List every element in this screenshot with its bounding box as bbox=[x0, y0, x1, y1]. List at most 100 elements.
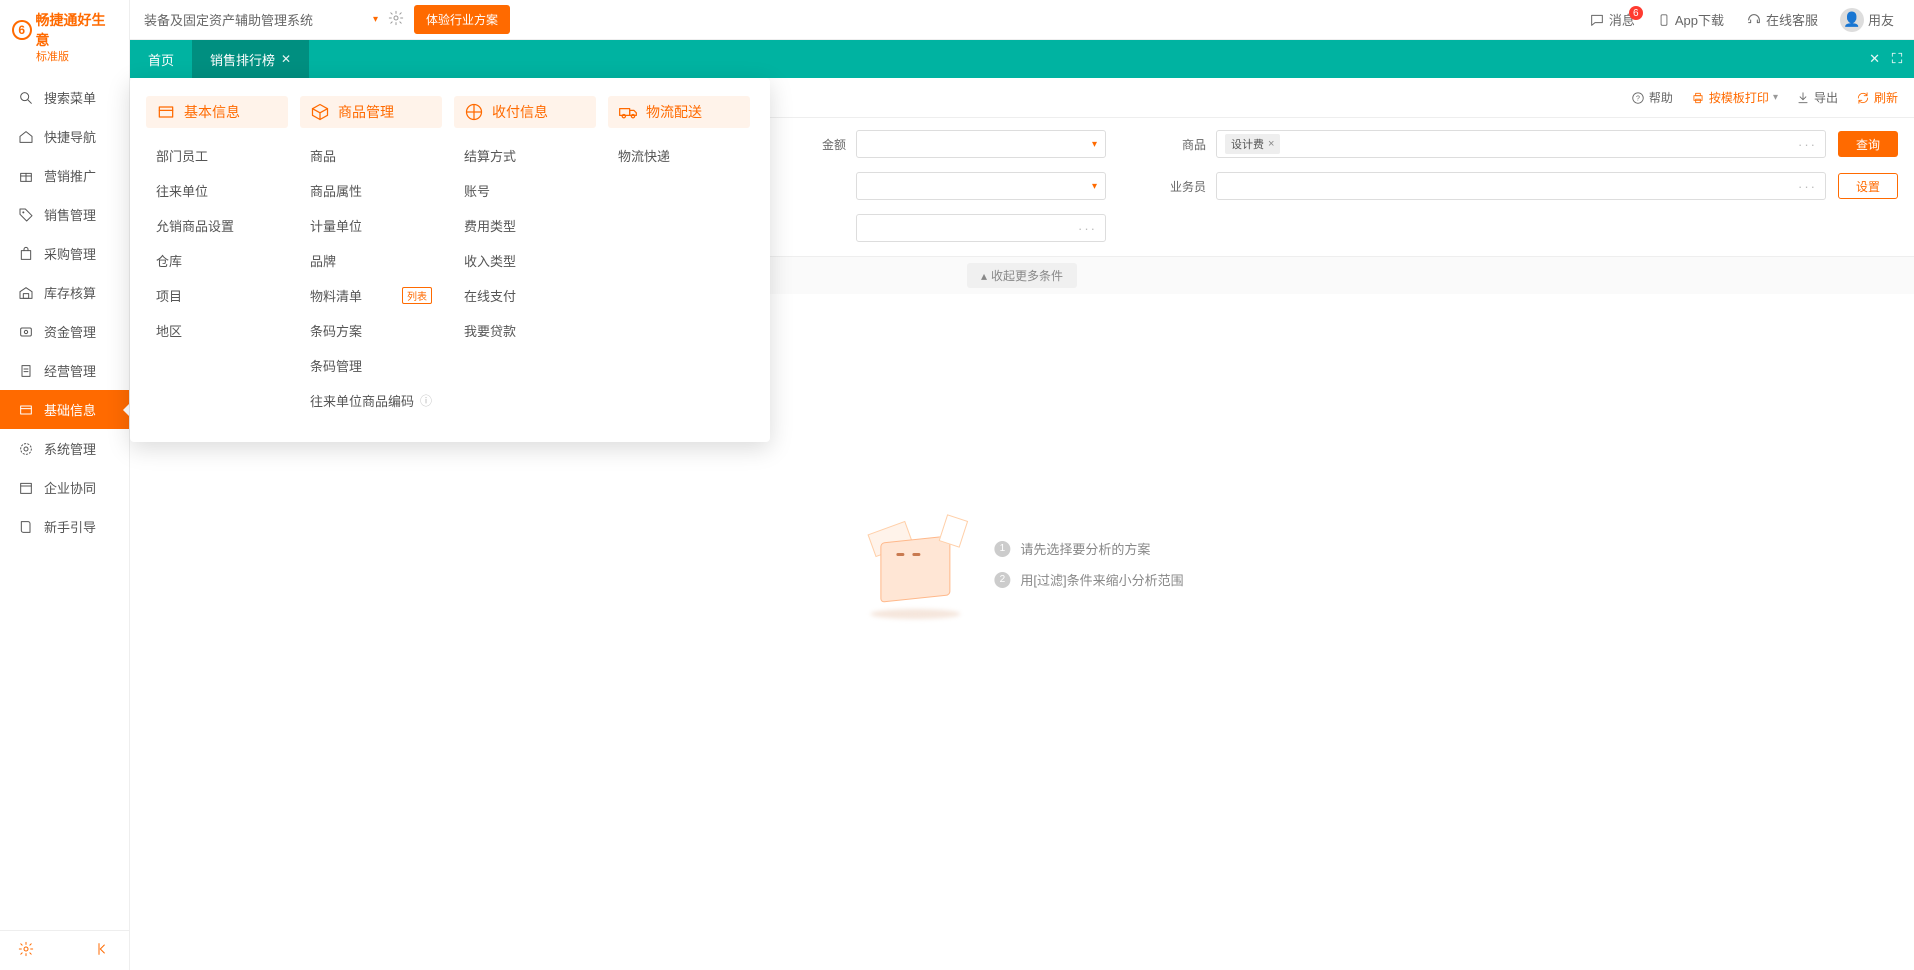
mega-item-allowed-goods[interactable]: 允销商品设置 bbox=[146, 208, 288, 243]
more-icon[interactable]: ··· bbox=[1078, 221, 1097, 236]
sidebar-item-quick-nav[interactable]: 快捷导航 bbox=[0, 117, 129, 156]
warehouse-icon bbox=[18, 285, 34, 301]
sidebar-item-business[interactable]: 经营管理 bbox=[0, 351, 129, 390]
mega-item-dept-staff[interactable]: 部门员工 bbox=[146, 138, 288, 173]
avatar-icon: 👤 bbox=[1840, 8, 1864, 32]
list-badge: 列表 bbox=[402, 287, 432, 304]
sidebar-item-purchase[interactable]: 采购管理 bbox=[0, 234, 129, 273]
sidebar-item-label: 基础信息 bbox=[44, 400, 96, 419]
step-number-icon: 2 bbox=[994, 572, 1010, 588]
sidebar-item-basic-info[interactable]: 基础信息 bbox=[0, 390, 129, 429]
mega-item-loan[interactable]: 我要贷款 bbox=[454, 313, 596, 348]
step-text: 请先选择要分析的方案 bbox=[1020, 539, 1150, 558]
mega-item-income-type[interactable]: 收入类型 bbox=[454, 243, 596, 278]
sidebar-item-inventory[interactable]: 库存核算 bbox=[0, 273, 129, 312]
mega-item-unit[interactable]: 计量单位 bbox=[300, 208, 442, 243]
app-download-button[interactable]: App下载 bbox=[1651, 10, 1730, 29]
system-selector[interactable]: 装备及固定资产辅助管理系统 ▾ bbox=[144, 10, 378, 29]
tabs-fullscreen-icon[interactable] bbox=[1890, 51, 1904, 68]
mega-item-expense-type[interactable]: 费用类型 bbox=[454, 208, 596, 243]
refresh-label: 刷新 bbox=[1874, 89, 1898, 106]
topbar: 装备及固定资产辅助管理系统 ▾ 体验行业方案 消息 6 App下载 在线客服 👤 bbox=[130, 0, 1914, 40]
sidebar-item-finance[interactable]: 资金管理 bbox=[0, 312, 129, 351]
empty-step-1: 1 请先选择要分析的方案 bbox=[994, 539, 1183, 558]
more-icon[interactable]: ··· bbox=[1798, 137, 1817, 152]
sidebar-item-label: 系统管理 bbox=[44, 439, 96, 458]
mega-item-express[interactable]: 物流快递 bbox=[608, 138, 750, 173]
tabs-close-all-icon[interactable]: ✕ bbox=[1869, 51, 1880, 67]
sidebar-item-search-menu[interactable]: 搜索菜单 bbox=[0, 78, 129, 117]
mega-item-online-pay[interactable]: 在线支付 bbox=[454, 278, 596, 313]
mega-item-label: 收入类型 bbox=[464, 251, 516, 270]
mega-item-settle-method[interactable]: 结算方式 bbox=[454, 138, 596, 173]
filter-product-label: 商品 bbox=[1146, 136, 1206, 153]
svg-text:?: ? bbox=[1636, 95, 1640, 102]
clipboard-icon bbox=[18, 363, 34, 379]
tab-home[interactable]: 首页 bbox=[130, 40, 192, 78]
mega-head-label: 物流配送 bbox=[646, 102, 702, 122]
mega-item-region[interactable]: 地区 bbox=[146, 313, 288, 348]
template-print-link[interactable]: 按模板打印 ▾ bbox=[1691, 89, 1778, 106]
mega-item-project[interactable]: 项目 bbox=[146, 278, 288, 313]
filter-tertiary-input[interactable]: ··· bbox=[856, 214, 1106, 242]
sidebar-item-sales[interactable]: 销售管理 bbox=[0, 195, 129, 234]
mega-item-partner-code[interactable]: 往来单位商品编码 ⓘ bbox=[300, 383, 442, 418]
sidebar-item-label: 库存核算 bbox=[44, 283, 96, 302]
mega-item-barcode-mgmt[interactable]: 条码管理 bbox=[300, 348, 442, 383]
logo-mark-icon: 6 bbox=[12, 20, 32, 40]
query-button[interactable]: 查询 bbox=[1838, 131, 1898, 157]
sidebar-item-marketing[interactable]: 营销推广 bbox=[0, 156, 129, 195]
filter-salesman-label: 业务员 bbox=[1146, 178, 1206, 195]
mega-item-label: 往来单位商品编码 bbox=[310, 391, 414, 410]
system-name: 装备及固定资产辅助管理系统 bbox=[144, 10, 313, 29]
sidebar-item-system[interactable]: 系统管理 bbox=[0, 429, 129, 468]
tab-sales-ranking[interactable]: 销售排行榜 ✕ bbox=[192, 40, 309, 78]
sidebar-item-guide[interactable]: 新手引导 bbox=[0, 507, 129, 546]
mega-item-product[interactable]: 商品 bbox=[300, 138, 442, 173]
settings-button[interactable]: 设置 bbox=[1838, 173, 1898, 199]
export-link[interactable]: 导出 bbox=[1796, 89, 1838, 106]
mega-item-warehouse[interactable]: 仓库 bbox=[146, 243, 288, 278]
mega-item-product-attr[interactable]: 商品属性 bbox=[300, 173, 442, 208]
brand-logo: 6 畅捷通好生意 标准版 bbox=[0, 0, 129, 74]
mega-item-partner[interactable]: 往来单位 bbox=[146, 173, 288, 208]
mega-item-label: 允销商品设置 bbox=[156, 216, 234, 235]
tabs-bar: 首页 销售排行榜 ✕ ✕ bbox=[130, 40, 1914, 78]
more-icon[interactable]: ··· bbox=[1798, 179, 1817, 194]
filter-amount-input[interactable]: ▾ bbox=[856, 130, 1106, 158]
mega-item-bom[interactable]: 物料清单 列表 bbox=[300, 278, 442, 313]
online-service-button[interactable]: 在线客服 bbox=[1740, 10, 1824, 29]
settings-icon[interactable] bbox=[18, 941, 34, 960]
mega-item-brand[interactable]: 品牌 bbox=[300, 243, 442, 278]
help-link[interactable]: ? 帮助 bbox=[1631, 89, 1673, 106]
mega-head-basic: 基本信息 bbox=[146, 96, 288, 128]
refresh-link[interactable]: 刷新 bbox=[1856, 89, 1898, 106]
chevron-down-icon: ▾ bbox=[1773, 92, 1778, 103]
user-name: 用友 bbox=[1868, 10, 1894, 29]
sidebar-item-label: 企业协同 bbox=[44, 478, 96, 497]
user-menu[interactable]: 👤 用友 bbox=[1834, 8, 1900, 32]
industry-plan-button[interactable]: 体验行业方案 bbox=[414, 5, 510, 34]
mega-item-label: 部门员工 bbox=[156, 146, 208, 165]
mega-item-label: 条码方案 bbox=[310, 321, 362, 340]
mega-item-account[interactable]: 账号 bbox=[454, 173, 596, 208]
tag-remove-icon[interactable]: × bbox=[1268, 138, 1274, 150]
gear-icon bbox=[18, 441, 34, 457]
filter-product-input[interactable]: 设计费 × ··· bbox=[1216, 130, 1826, 158]
topbar-gear-icon[interactable] bbox=[388, 10, 404, 29]
tab-label: 首页 bbox=[148, 50, 174, 69]
mega-col-basic: 基本信息 部门员工 往来单位 允销商品设置 仓库 项目 地区 bbox=[140, 96, 294, 418]
sidebar-item-collab[interactable]: 企业协同 bbox=[0, 468, 129, 507]
tab-close-icon[interactable]: ✕ bbox=[281, 52, 291, 66]
mega-item-barcode-plan[interactable]: 条码方案 bbox=[300, 313, 442, 348]
gift-icon bbox=[18, 168, 34, 184]
sidebar-item-label: 资金管理 bbox=[44, 322, 96, 341]
app-download-label: App下载 bbox=[1675, 10, 1724, 29]
empty-step-2: 2 用[过滤]条件来缩小分析范围 bbox=[994, 570, 1183, 589]
filter-salesman-input[interactable]: ··· bbox=[1216, 172, 1826, 200]
message-button[interactable]: 消息 6 bbox=[1583, 10, 1641, 29]
mega-item-label: 计量单位 bbox=[310, 216, 362, 235]
filter-secondary-input[interactable]: ▾ bbox=[856, 172, 1106, 200]
collapse-sidebar-icon[interactable] bbox=[95, 941, 111, 960]
collapse-filters-button[interactable]: ▴ 收起更多条件 bbox=[967, 263, 1077, 288]
